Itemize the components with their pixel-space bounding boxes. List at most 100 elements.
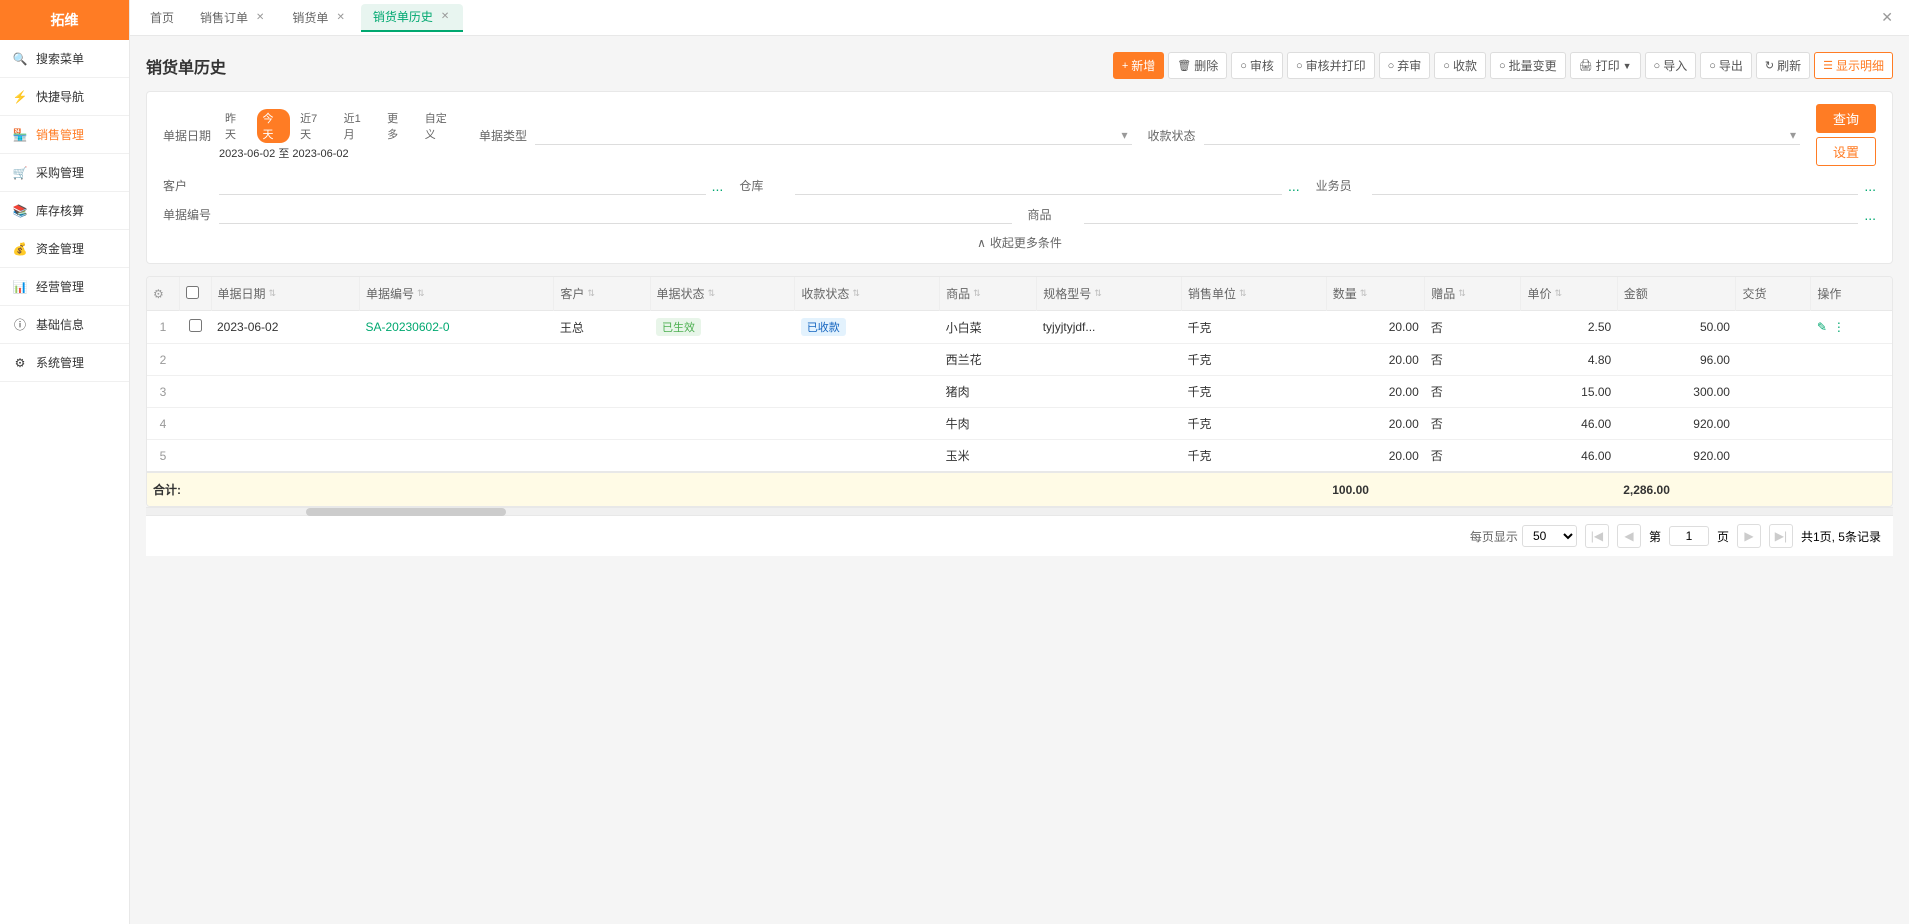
search-icon: 🔍 — [12, 51, 28, 67]
filter-row-3: 单据编号 商品 ... — [163, 205, 1876, 224]
tab-close-icon[interactable]: ✕ — [334, 11, 346, 24]
sort-icon[interactable]: ⇅ — [852, 288, 860, 299]
scroll-thumb[interactable] — [306, 508, 506, 516]
print-button[interactable]: 🖨 打印 ▼ — [1570, 52, 1641, 79]
customer-picker-icon[interactable]: ... — [712, 179, 724, 193]
collect-button[interactable]: ○ 收款 — [1434, 52, 1486, 79]
more-action-icon[interactable]: ⋮ — [1833, 320, 1845, 334]
tab-home[interactable]: 首页 — [138, 4, 186, 32]
cell-doc-num — [359, 408, 553, 440]
edit-action-icon[interactable]: ✎ — [1817, 320, 1827, 334]
sort-icon[interactable]: ⇅ — [269, 288, 277, 299]
date-option-custom[interactable]: 自定义 — [419, 109, 463, 143]
cell-checkbox — [179, 376, 211, 408]
sort-icon[interactable]: ⇅ — [587, 288, 595, 299]
date-label: 单据日期 — [163, 127, 213, 144]
warehouse-input[interactable] — [795, 176, 1282, 195]
shop-icon: 🏪 — [12, 127, 28, 143]
date-option-more[interactable]: 更多 — [381, 109, 415, 143]
sidebar-item-sales-mgmt[interactable]: 🏪 销售管理 — [0, 116, 129, 154]
collect-status-select[interactable]: ▾ — [1204, 126, 1801, 145]
last-page-btn[interactable]: ▶| — [1769, 524, 1793, 548]
delete-button[interactable]: 🗑 删除 — [1168, 52, 1227, 79]
collapse-btn[interactable]: ∧ 收起更多条件 — [163, 234, 1876, 251]
batch-change-button[interactable]: ○ 批量变更 — [1490, 52, 1566, 79]
salesperson-picker-icon[interactable]: ... — [1864, 179, 1876, 193]
row-checkbox[interactable] — [189, 319, 202, 332]
sidebar-item-quick-nav[interactable]: ⚡ 快捷导航 — [0, 78, 129, 116]
sort-icon[interactable]: ⇅ — [1554, 288, 1562, 299]
page-total-label: 页 — [1717, 528, 1729, 545]
sort-icon[interactable]: ⇅ — [1360, 288, 1368, 299]
cell-gift: 否 — [1425, 408, 1521, 440]
query-button[interactable]: 查询 — [1816, 104, 1876, 133]
sidebar-item-search-menu[interactable]: 🔍 搜索菜单 — [0, 40, 129, 78]
goods-label: 商品 — [1028, 206, 1078, 223]
flash-icon: ⚡ — [12, 89, 28, 105]
sort-icon[interactable]: ⇅ — [973, 288, 981, 299]
date-option-1month[interactable]: 近1月 — [338, 109, 378, 143]
sort-icon[interactable]: ⇅ — [1458, 288, 1466, 299]
select-all-checkbox[interactable] — [186, 286, 199, 299]
next-page-btn[interactable]: ▶ — [1737, 524, 1761, 548]
import-button[interactable]: ○ 导入 — [1645, 52, 1697, 79]
goods-input[interactable] — [1084, 205, 1859, 224]
tab-sales-history[interactable]: 销货单历史 ✕ — [361, 4, 463, 32]
goods-picker-icon[interactable]: ... — [1864, 208, 1876, 222]
cell-sales-unit: 千克 — [1181, 440, 1326, 473]
show-detail-button[interactable]: ☰ 显示明细 — [1814, 52, 1893, 79]
column-settings-icon[interactable]: ⚙ — [153, 287, 164, 301]
tab-sales-order[interactable]: 销售订单 ✕ — [188, 4, 278, 32]
sort-icon[interactable]: ⇅ — [1094, 288, 1102, 299]
doc-num-link[interactable]: SA-20230602-0 — [365, 320, 449, 334]
tab-close-icon[interactable]: ✕ — [439, 10, 451, 23]
doc-num-input[interactable] — [219, 205, 1012, 224]
approve-button[interactable]: ○ 审核 — [1231, 52, 1283, 79]
sidebar-item-operations-mgmt[interactable]: 📊 经营管理 — [0, 268, 129, 306]
settings-button[interactable]: 设置 — [1816, 137, 1876, 166]
date-option-today[interactable]: 今天 — [257, 109, 291, 143]
cell-sales-unit: 千克 — [1181, 408, 1326, 440]
warehouse-picker-icon[interactable]: ... — [1288, 179, 1300, 193]
export-button[interactable]: ○ 导出 — [1700, 52, 1752, 79]
window-close-btn[interactable]: ✕ — [1881, 9, 1893, 26]
sort-icon[interactable]: ⇅ — [708, 288, 716, 299]
th-doc-date-label: 单据日期 — [218, 285, 266, 302]
prev-page-btn[interactable]: ◀ — [1617, 524, 1641, 548]
sidebar-item-inventory-calc[interactable]: 📚 库存核算 — [0, 192, 129, 230]
page-input[interactable] — [1669, 526, 1709, 546]
th-doc-status-label: 单据状态 — [657, 285, 705, 302]
date-option-yesterday[interactable]: 昨天 — [219, 109, 253, 143]
doc-type-select[interactable]: ▾ — [535, 126, 1132, 145]
cell-doc-status — [650, 376, 795, 408]
sidebar-item-label: 经营管理 — [36, 278, 84, 295]
cell-quantity: 20.00 — [1326, 344, 1425, 376]
approve-print-button[interactable]: ○ 审核并打印 — [1287, 52, 1375, 79]
sidebar-item-basic-info[interactable]: ⓘ 基础信息 — [0, 306, 129, 344]
page-size-dropdown[interactable]: 50 100 200 — [1522, 525, 1577, 547]
cell-checkbox — [179, 408, 211, 440]
date-option-7days[interactable]: 近7天 — [294, 109, 334, 143]
th-doc-num-label: 单据编号 — [366, 285, 414, 302]
cell-doc-status — [650, 408, 795, 440]
sidebar-item-system-mgmt[interactable]: ⚙ 系统管理 — [0, 344, 129, 382]
refresh-button[interactable]: ↻ 刷新 — [1756, 52, 1810, 79]
cell-quantity: 20.00 — [1326, 376, 1425, 408]
sidebar-item-finance-mgmt[interactable]: 💰 资金管理 — [0, 230, 129, 268]
new-button[interactable]: + 新增 — [1113, 52, 1164, 79]
sidebar-item-label: 搜索菜单 — [36, 50, 84, 67]
cell-actions: ✎ ⋮ — [1811, 311, 1892, 344]
first-page-btn[interactable]: |◀ — [1585, 524, 1609, 548]
print-label: 打印 — [1596, 57, 1620, 74]
cell-actions — [1811, 344, 1892, 376]
salesperson-input[interactable] — [1372, 176, 1859, 195]
tab-sales-delivery[interactable]: 销货单 ✕ — [280, 4, 358, 32]
tab-close-icon[interactable]: ✕ — [254, 11, 266, 24]
customer-input[interactable] — [219, 176, 706, 195]
summary-label: 合计: — [147, 472, 211, 506]
sort-icon[interactable]: ⇅ — [417, 288, 425, 299]
sidebar-item-purchase-mgmt[interactable]: 🛒 采购管理 — [0, 154, 129, 192]
abandon-button[interactable]: ○ 弃审 — [1379, 52, 1431, 79]
horizontal-scrollbar[interactable] — [146, 507, 1893, 515]
sort-icon[interactable]: ⇅ — [1239, 288, 1247, 299]
